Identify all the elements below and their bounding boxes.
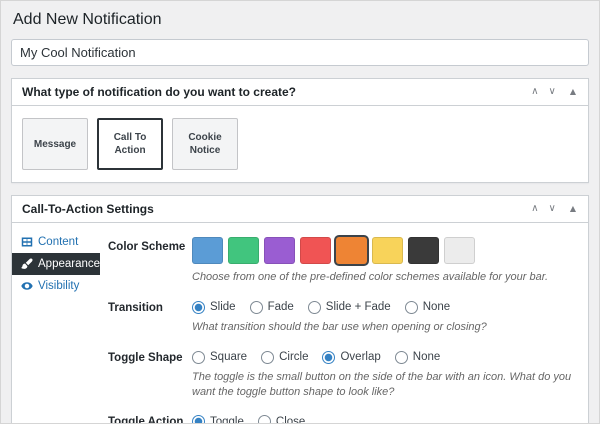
notification-type-metabox-header[interactable]: What type of notification do you want to… <box>12 79 588 106</box>
metabox-title: Call-To-Action Settings <box>22 202 154 216</box>
setting-row-transition: Transition Slide Fade Slide + Fade None … <box>108 298 574 335</box>
settings-tabs: Content Appearance Visibility <box>12 223 100 423</box>
toggle-action-option-close[interactable]: Close <box>257 415 306 424</box>
cta-settings-metabox: Call-To-Action Settings ∧ ∨ ▲ Content Ap… <box>11 195 589 424</box>
toggle-shape-option-overlap[interactable]: Overlap <box>322 350 381 364</box>
transition-option-slide[interactable]: Slide <box>192 300 236 314</box>
type-button-cookie-notice[interactable]: Cookie Notice <box>172 118 238 170</box>
transition-option-fade[interactable]: Fade <box>249 300 294 314</box>
tab-label: Visibility <box>38 280 80 292</box>
cta-settings-body: Content Appearance Visibility Color Sche… <box>12 223 588 424</box>
color-swatch-red[interactable] <box>300 237 331 264</box>
move-up-icon[interactable]: ∧ <box>527 201 542 217</box>
tab-appearance[interactable]: Appearance <box>12 253 100 275</box>
toggle-action-radio[interactable] <box>192 415 205 423</box>
transition-option-slide-fade[interactable]: Slide + Fade <box>307 300 391 314</box>
type-button-label: Call To Action <box>113 132 147 156</box>
color-swatch-orange[interactable] <box>336 237 367 264</box>
tab-content[interactable]: Content <box>12 231 100 253</box>
move-down-icon[interactable]: ∨ <box>545 201 560 217</box>
transition-option-none[interactable]: None <box>404 300 451 314</box>
setting-row-color-scheme: Color Scheme Choose from one of the pre-… <box>108 237 574 285</box>
transition-radio[interactable] <box>192 300 205 314</box>
toggle-shape-option-circle[interactable]: Circle <box>261 350 309 364</box>
radio-label: Circle <box>279 351 309 364</box>
page-title: Add New Notification <box>13 11 162 28</box>
color-swatch-green[interactable] <box>228 237 259 264</box>
radio-label: None <box>422 301 451 314</box>
notification-type-metabox: What type of notification do you want to… <box>11 78 589 183</box>
admin-page: Add New Notification What type of notifi… <box>0 0 600 424</box>
radio-label: Close <box>275 415 306 424</box>
toggle-shape-radio[interactable] <box>322 350 336 364</box>
toggle-action-radio[interactable] <box>257 415 271 423</box>
color-swatch-purple[interactable] <box>264 237 295 264</box>
transition-radio[interactable] <box>249 300 263 314</box>
radio-label: Overlap <box>340 351 381 364</box>
toggle-shape-radio[interactable] <box>192 350 205 364</box>
transition-radio[interactable] <box>307 300 321 314</box>
setting-help: What transition should the bar use when … <box>192 320 487 333</box>
type-button-message[interactable]: Message <box>22 118 88 170</box>
cta-settings-metabox-header[interactable]: Call-To-Action Settings ∧ ∨ ▲ <box>12 196 588 223</box>
move-up-icon[interactable]: ∧ <box>527 84 542 100</box>
setting-label: Toggle Shape <box>108 351 183 364</box>
tab-label: Content <box>38 236 79 248</box>
setting-label: Toggle Action <box>108 416 184 424</box>
color-swatch-yellow[interactable] <box>372 237 403 264</box>
tab-visibility[interactable]: Visibility <box>12 275 100 297</box>
notification-title-input[interactable] <box>11 39 589 66</box>
toggle-action-options: Toggle Close <box>192 412 574 424</box>
metabox-controls: ∧ ∨ ▲ <box>527 201 580 217</box>
tab-label: Appearance <box>38 258 101 270</box>
toggle-shape-options: Square Circle Overlap None <box>192 348 574 364</box>
color-swatch-white[interactable] <box>444 237 475 264</box>
transition-radio[interactable] <box>404 300 418 314</box>
radio-label: None <box>412 351 441 364</box>
toggle-shape-option-square[interactable]: Square <box>192 350 248 364</box>
toggle-shape-radio[interactable] <box>394 350 408 364</box>
setting-row-toggle-shape: Toggle Shape Square Circle Overlap None … <box>108 348 574 400</box>
content-icon <box>21 236 33 248</box>
radio-label: Slide <box>210 301 236 314</box>
collapse-toggle-icon[interactable]: ▲ <box>566 85 580 99</box>
type-button-call-to-action[interactable]: Call To Action <box>97 118 163 170</box>
toggle-action-option-toggle[interactable]: Toggle <box>192 415 244 424</box>
color-swatch-black[interactable] <box>408 237 439 264</box>
setting-help: The toggle is the small button on the si… <box>192 370 572 398</box>
metabox-title: What type of notification do you want to… <box>22 85 297 99</box>
color-swatch-list <box>192 237 574 264</box>
type-button-label: Message <box>33 138 77 150</box>
visibility-icon <box>21 280 33 292</box>
settings-content: Color Scheme Choose from one of the pre-… <box>100 223 588 424</box>
setting-row-toggle-action: Toggle Action Toggle Close <box>108 412 574 424</box>
radio-label: Slide + Fade <box>325 301 391 314</box>
notification-type-body: Message Call To Action Cookie Notice <box>12 106 588 182</box>
appearance-icon <box>21 258 33 270</box>
color-swatch-blue[interactable] <box>192 237 223 264</box>
setting-label: Transition <box>108 301 163 314</box>
type-button-label: Cookie Notice <box>188 132 222 156</box>
setting-help: Choose from one of the pre-defined color… <box>192 271 549 283</box>
radio-label: Square <box>210 351 248 364</box>
toggle-shape-radio[interactable] <box>261 350 275 364</box>
radio-label: Toggle <box>210 415 244 424</box>
toggle-shape-option-none[interactable]: None <box>394 350 441 364</box>
radio-label: Fade <box>267 301 294 314</box>
metabox-controls: ∧ ∨ ▲ <box>527 84 580 100</box>
transition-options: Slide Fade Slide + Fade None <box>192 298 574 314</box>
move-down-icon[interactable]: ∨ <box>545 84 560 100</box>
setting-label: Color Scheme <box>108 241 186 253</box>
collapse-toggle-icon[interactable]: ▲ <box>566 202 580 216</box>
